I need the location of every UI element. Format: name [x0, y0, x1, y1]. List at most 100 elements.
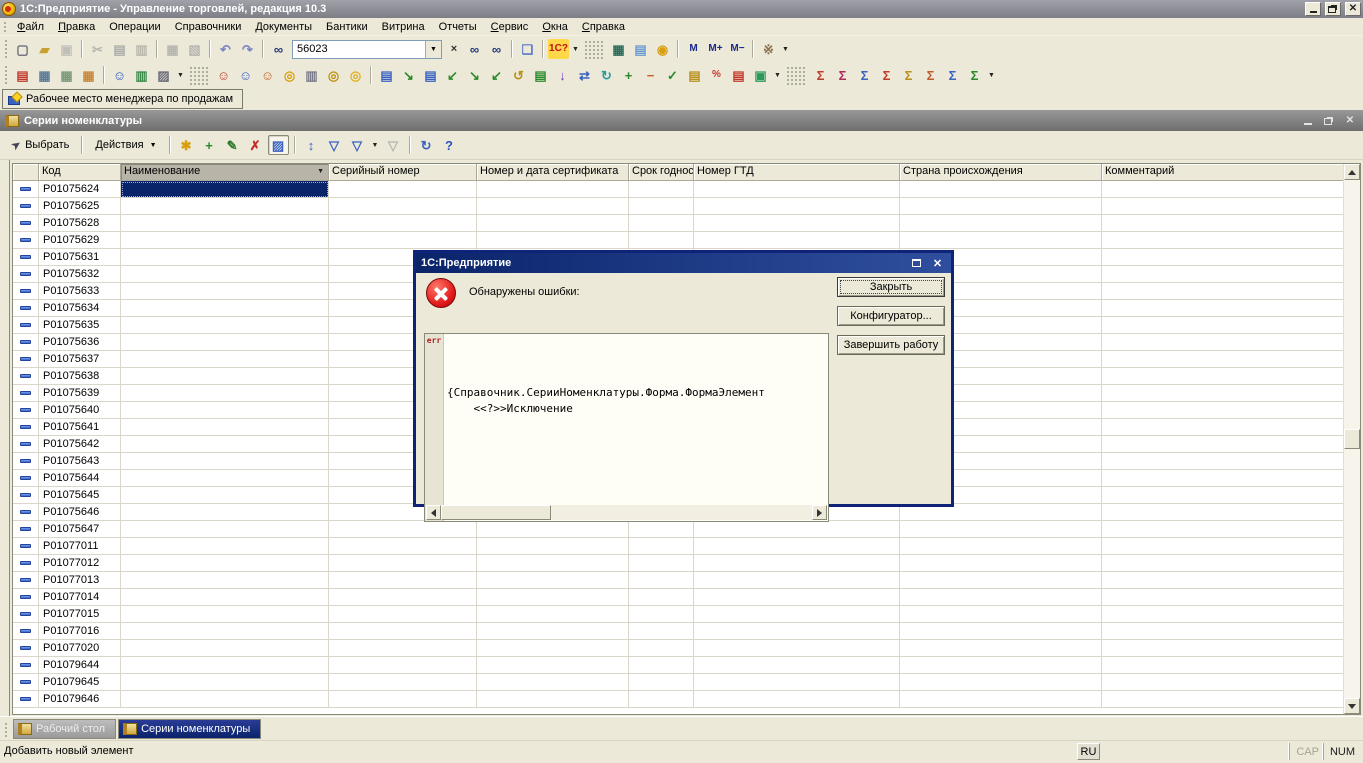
name-cell[interactable]: [121, 300, 329, 317]
certificate-cell[interactable]: [477, 198, 629, 215]
dropdown-arrow-icon[interactable]: ▼: [370, 135, 381, 155]
discount-doc-icon[interactable]: %: [706, 65, 727, 85]
dropdown-arrow-icon[interactable]: ▼: [175, 65, 186, 85]
table-row[interactable]: P01075628: [13, 215, 1360, 232]
certificate-cell[interactable]: [477, 674, 629, 691]
toggle-view-icon[interactable]: ▨: [267, 135, 289, 155]
comment-cell[interactable]: [1102, 453, 1360, 470]
column-header[interactable]: Срок годнос...: [629, 164, 694, 181]
code-cell[interactable]: P01075635: [39, 317, 121, 334]
toolbar-grip[interactable]: [4, 64, 9, 86]
supplier-orders-icon[interactable]: ☺: [257, 65, 278, 85]
menu-item[interactable]: Отчеты: [432, 19, 484, 35]
country-cell[interactable]: [900, 589, 1102, 606]
expiry-cell[interactable]: [629, 555, 694, 572]
code-cell[interactable]: P01075629: [39, 232, 121, 249]
gtd-cell[interactable]: [694, 640, 900, 657]
name-cell[interactable]: [121, 368, 329, 385]
search-input[interactable]: 56023: [293, 43, 425, 55]
separator[interactable]: [752, 40, 754, 58]
report-orders-icon[interactable]: Σ: [920, 65, 941, 85]
table-row[interactable]: P01077016: [13, 623, 1360, 640]
separator[interactable]: [262, 40, 264, 58]
table-row[interactable]: P01075629: [13, 232, 1360, 249]
code-cell[interactable]: P01077012: [39, 555, 121, 572]
serial-cell[interactable]: [329, 589, 477, 606]
scroll-right-button[interactable]: [812, 505, 827, 520]
help-1c-icon[interactable]: 1С?: [548, 39, 569, 59]
report-money-icon[interactable]: Σ: [898, 65, 919, 85]
comment-cell[interactable]: [1102, 368, 1360, 385]
expiry-cell[interactable]: [629, 606, 694, 623]
code-cell[interactable]: P01077013: [39, 572, 121, 589]
expiry-cell[interactable]: [629, 215, 694, 232]
column-header[interactable]: Номер ГТД: [694, 164, 900, 181]
expiry-cell[interactable]: [629, 657, 694, 674]
code-cell[interactable]: P01075642: [39, 436, 121, 453]
menubar-grip[interactable]: [3, 20, 8, 33]
name-cell[interactable]: [121, 419, 329, 436]
name-cell[interactable]: [121, 606, 329, 623]
certificate-cell[interactable]: [477, 640, 629, 657]
restore-button[interactable]: [1325, 2, 1341, 16]
window-tab[interactable]: Серии номенклатуры: [118, 719, 262, 739]
certificate-cell[interactable]: [477, 521, 629, 538]
code-cell[interactable]: P01075641: [39, 419, 121, 436]
report-customers-icon[interactable]: Σ: [854, 65, 875, 85]
separator[interactable]: [542, 40, 544, 58]
expiry-cell[interactable]: [629, 691, 694, 708]
window-tab[interactable]: Рабочий стол: [13, 719, 117, 739]
scroll-left-button[interactable]: [426, 505, 441, 520]
name-cell[interactable]: [121, 334, 329, 351]
gtd-cell[interactable]: [694, 623, 900, 640]
table-row[interactable]: P01079644: [13, 657, 1360, 674]
window-close-button[interactable]: ✕: [1342, 113, 1358, 128]
comment-cell[interactable]: [1102, 691, 1360, 708]
code-cell[interactable]: P01075633: [39, 283, 121, 300]
find-previous-icon[interactable]: ∞: [486, 39, 507, 59]
doc-exchange-icon[interactable]: ⇄: [574, 65, 595, 85]
customer-invoice-icon[interactable]: ▤: [420, 65, 441, 85]
combobox-dropdown-button[interactable]: ▼: [425, 40, 441, 58]
code-cell[interactable]: P01075628: [39, 215, 121, 232]
grip[interactable]: [786, 65, 807, 85]
report-sales-icon[interactable]: Σ: [810, 65, 831, 85]
gtd-cell[interactable]: [694, 538, 900, 555]
comment-cell[interactable]: [1102, 623, 1360, 640]
menu-item[interactable]: Файл: [10, 19, 51, 35]
comment-cell[interactable]: [1102, 504, 1360, 521]
certificate-cell[interactable]: [477, 555, 629, 572]
dropdown-arrow-icon[interactable]: ▼: [780, 39, 791, 59]
name-cell[interactable]: [121, 266, 329, 283]
serial-cell[interactable]: [329, 657, 477, 674]
expiry-cell[interactable]: [629, 181, 694, 198]
workspace-tab[interactable]: Рабочее место менеджера по продажам: [2, 89, 244, 109]
comment-cell[interactable]: [1102, 283, 1360, 300]
code-cell[interactable]: P01075631: [39, 249, 121, 266]
comment-cell[interactable]: [1102, 521, 1360, 538]
dialog-button[interactable]: Конфигуратор...: [837, 306, 945, 326]
menu-item[interactable]: Справка: [575, 19, 632, 35]
print-icon[interactable]: ▦: [162, 39, 183, 59]
windows-list-icon[interactable]: ❏: [517, 39, 538, 59]
sort-icon[interactable]: ↕: [301, 135, 322, 155]
serial-cell[interactable]: [329, 674, 477, 691]
coins-stack-icon[interactable]: ◎: [279, 65, 300, 85]
expiry-cell[interactable]: [629, 623, 694, 640]
cash-register-icon[interactable]: ▨: [153, 65, 174, 85]
tools-icon[interactable]: ※: [758, 39, 779, 59]
country-cell[interactable]: [900, 640, 1102, 657]
certificate-cell[interactable]: [477, 691, 629, 708]
code-cell[interactable]: P01079645: [39, 674, 121, 691]
separator[interactable]: [511, 40, 513, 58]
serial-cell[interactable]: [329, 232, 477, 249]
calculator-icon[interactable]: ▦: [608, 39, 629, 59]
menu-item[interactable]: Справочники: [168, 19, 249, 35]
gtd-cell[interactable]: [694, 657, 900, 674]
name-cell[interactable]: [121, 283, 329, 300]
scroll-down-button[interactable]: [1344, 698, 1360, 714]
counterparties-icon[interactable]: ☺: [109, 65, 130, 85]
table-row[interactable]: P01077011: [13, 538, 1360, 555]
grip[interactable]: [189, 65, 210, 85]
comment-cell[interactable]: [1102, 538, 1360, 555]
